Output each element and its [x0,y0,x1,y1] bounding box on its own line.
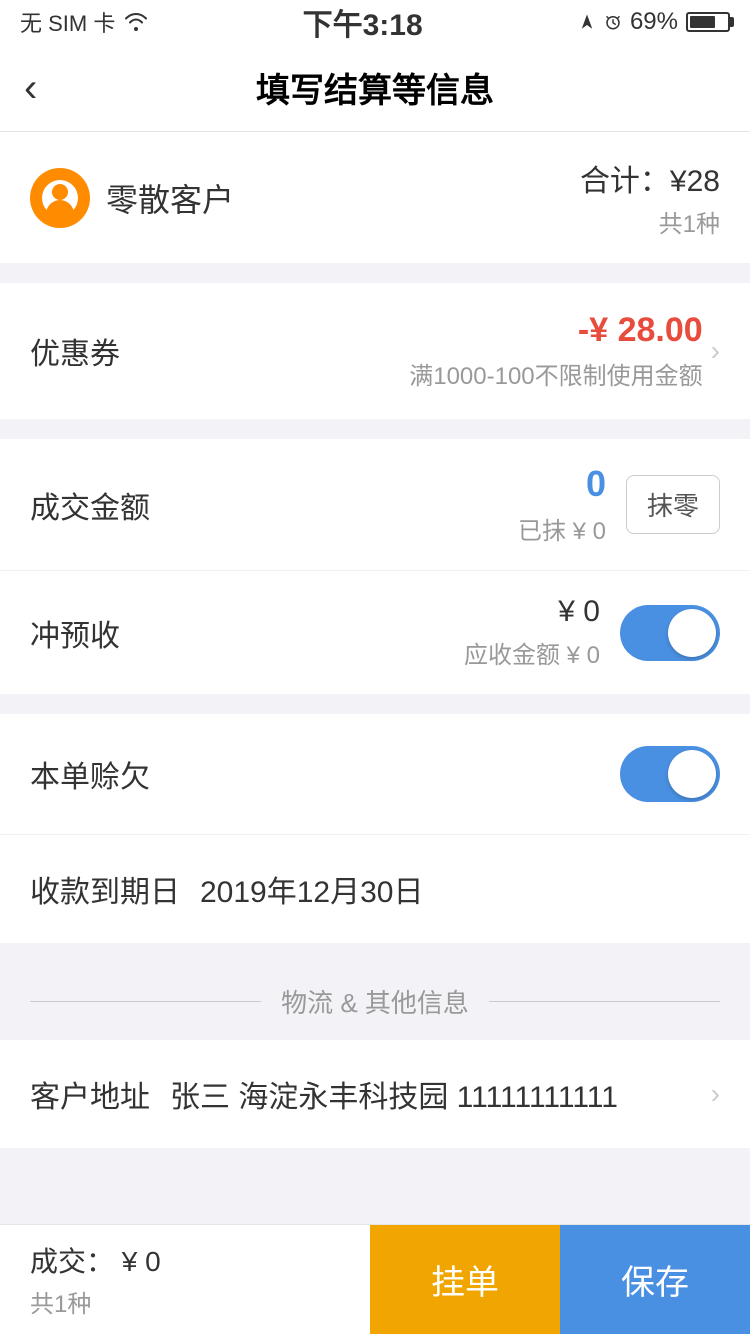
pend-button[interactable]: 挂单 [370,1225,560,1334]
customer-info: 零散客户 [30,168,234,228]
pre-receive-label: 冲预收 [30,611,120,655]
debit-label: 本单赊欠 [30,752,150,796]
battery-icon [686,12,730,32]
debit-toggle-knob [668,750,716,798]
divider-1 [0,263,750,283]
amount-row: 成交金额 0 已抹 ¥ 0 抹零 [0,439,750,570]
customer-row: 零散客户 合计：¥28 共1种 [0,132,750,263]
bottom-deal-amount: 成交： ¥ 0 [30,1240,340,1280]
coupon-values: -¥ 28.00 满1000-100不限制使用金额 [409,311,702,391]
toggle-knob [668,609,716,657]
bottom-summary: 成交： ¥ 0 共1种 [0,1240,370,1319]
debit-section: 本单赊欠 收款到期日 2019年12月30日 [0,714,750,943]
customer-section: 零散客户 合计：¥28 共1种 [0,132,750,263]
address-row[interactable]: 客户地址 张三 海淀永丰科技园 11111111111 › [0,1040,750,1148]
logistics-line-left [30,1001,261,1002]
logistics-label: 物流 & 其他信息 [281,983,469,1020]
due-date-row: 收款到期日 2019年12月30日 [0,834,750,943]
battery-percent: 69% [630,8,678,36]
address-value: 张三 海淀永丰科技园 11111111111 [170,1072,693,1116]
avatar-icon [42,180,78,216]
customer-total: 合计：¥28 共1种 [580,156,720,239]
no-sim-text: 无 SIM 卡 [20,6,115,38]
transaction-section: 成交金额 0 已抹 ¥ 0 抹零 冲预收 ¥ 0 应收金额 ¥ 0 [0,439,750,694]
wifi-icon [125,13,147,31]
pre-main-amount: ¥ 0 [558,595,600,629]
status-time: 下午3:18 [303,0,423,44]
address-chevron-icon: › [711,1078,720,1110]
pre-receive-row: 冲预收 ¥ 0 应收金额 ¥ 0 [0,570,750,694]
back-button[interactable]: ‹ [24,68,37,108]
pre-receive-toggle[interactable] [620,605,720,661]
coupon-row[interactable]: 优惠券 -¥ 28.00 满1000-100不限制使用金额 › [0,283,750,419]
due-date-label: 收款到期日 [30,867,180,911]
avatar [30,168,90,228]
coupon-desc: 满1000-100不限制使用金额 [409,356,702,391]
logistics-inner: 物流 & 其他信息 [30,983,720,1020]
divider-4 [0,943,750,963]
address-label: 客户地址 [30,1072,150,1116]
page-title: 填写结算等信息 [256,63,494,112]
debit-row: 本单赊欠 [0,714,750,834]
amount-label: 成交金额 [30,483,150,527]
pre-right: ¥ 0 应收金额 ¥ 0 [464,595,720,670]
pre-amounts: ¥ 0 应收金额 ¥ 0 [464,595,600,670]
status-bar: 无 SIM 卡 下午3:18 69% [0,0,750,44]
debit-toggle[interactable] [620,746,720,802]
coupon-label: 优惠券 [30,329,120,373]
nav-bar: ‹ 填写结算等信息 [0,44,750,132]
coupon-section[interactable]: 优惠券 -¥ 28.00 满1000-100不限制使用金额 › [0,283,750,419]
amount-right-group: 0 已抹 ¥ 0 抹零 [518,463,720,546]
bottom-deal-count: 共1种 [30,1284,340,1319]
chevron-right-icon: › [711,335,720,367]
amount-values: 0 已抹 ¥ 0 [518,463,606,546]
status-right: 69% [578,8,730,36]
location-icon [578,13,596,31]
total-count: 共1种 [580,204,720,239]
total-amount: 合计：¥28 [580,156,720,200]
save-button[interactable]: 保存 [560,1225,750,1334]
bottom-bar: 成交： ¥ 0 共1种 挂单 保存 [0,1224,750,1334]
amount-value: 0 [586,463,606,505]
due-date-value: 2019年12月30日 [200,867,423,911]
logistics-line-right [489,1001,720,1002]
customer-name: 零散客户 [106,175,234,221]
round-button[interactable]: 抹零 [626,475,720,534]
alarm-icon [604,13,622,31]
address-section[interactable]: 客户地址 张三 海淀永丰科技园 11111111111 › [0,1040,750,1148]
coupon-right: -¥ 28.00 满1000-100不限制使用金额 › [409,311,720,391]
pre-sub-amount: 应收金额 ¥ 0 [464,635,600,670]
divider-3 [0,694,750,714]
status-left: 无 SIM 卡 [20,6,147,38]
logistics-section: 物流 & 其他信息 [0,963,750,1040]
coupon-amount: -¥ 28.00 [578,311,703,350]
divider-2 [0,419,750,439]
amount-sub: 已抹 ¥ 0 [518,511,606,546]
